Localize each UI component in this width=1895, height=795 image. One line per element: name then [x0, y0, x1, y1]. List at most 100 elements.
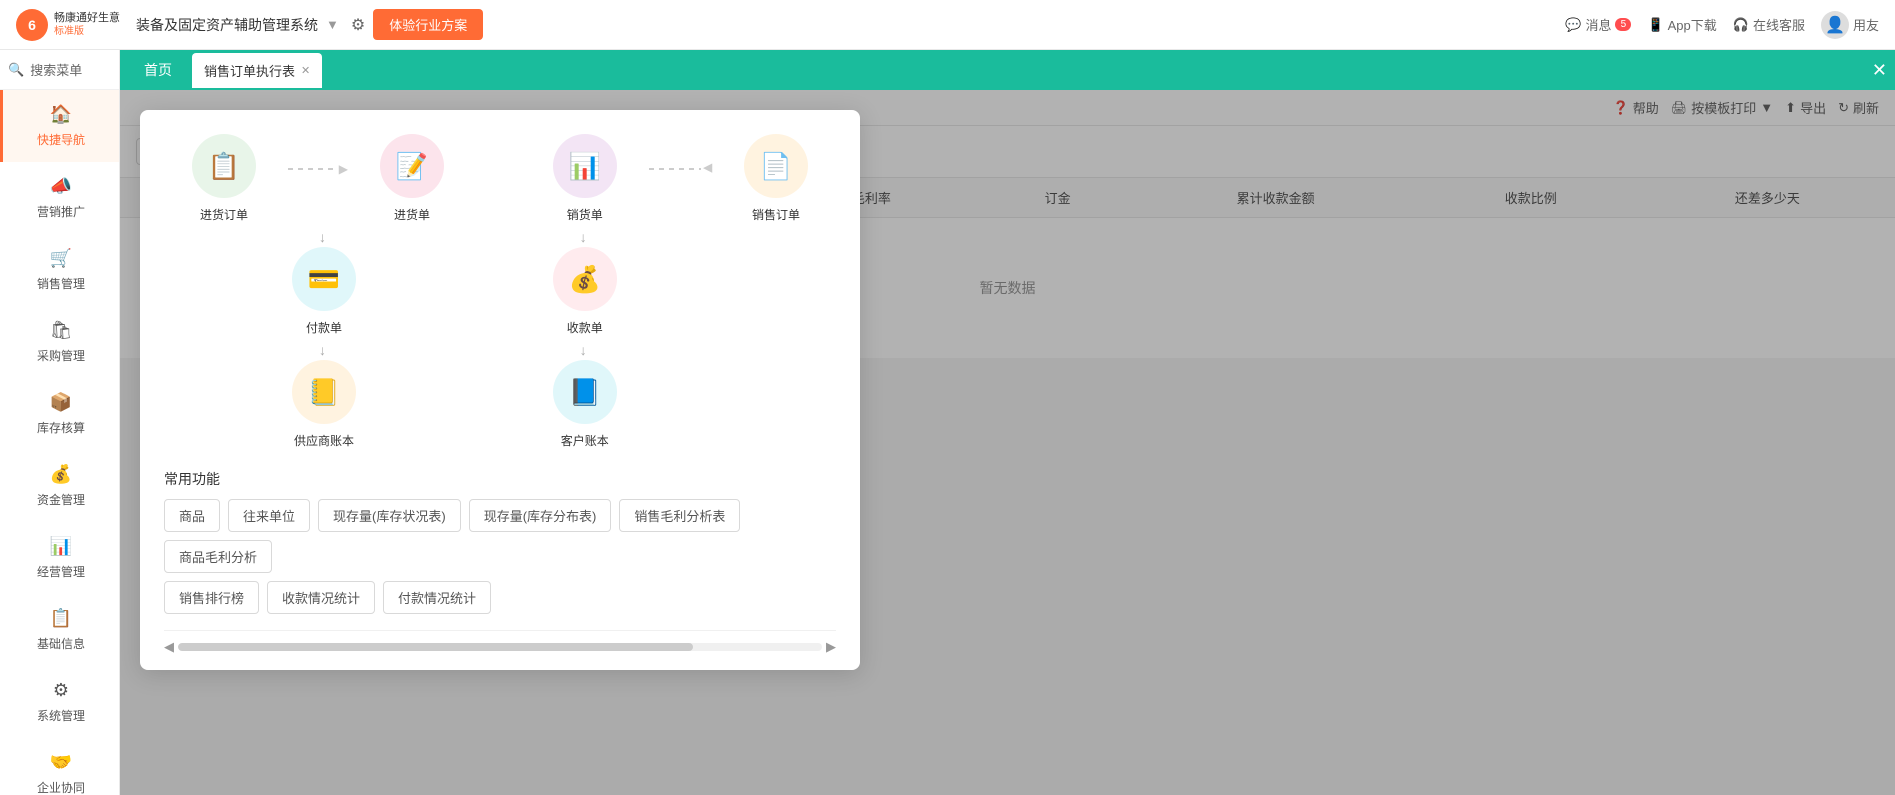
phone-icon: 📱 — [1647, 17, 1663, 33]
purchase-icon: 🛍 — [50, 320, 73, 341]
sales-bill-circle[interactable]: 📊 — [553, 134, 617, 198]
enterprise-icon: 🤝 — [50, 752, 72, 773]
common-section: 常用功能 商品 往来单位 现存量(库存状况表) 现存量(库存分布表) 销售毛利分… — [164, 469, 836, 614]
arrow-sales-bill-down: ↓ — [580, 229, 587, 245]
common-btn-partners[interactable]: 往来单位 — [228, 499, 310, 532]
customer-account-circle[interactable]: 📘 — [553, 360, 617, 424]
logo-text: 畅康通好生意 标准版 — [54, 11, 120, 38]
common-btn-stock-dist[interactable]: 现存量(库存分布表) — [469, 499, 612, 532]
common-btn-receipt-stats[interactable]: 收款情况统计 — [267, 581, 375, 614]
receipt-circle[interactable]: 💰 — [553, 247, 617, 311]
common-btns-row1: 商品 往来单位 现存量(库存状况表) 现存量(库存分布表) 销售毛利分析表 商品… — [164, 499, 836, 573]
online-service-item[interactable]: 🎧 在线客服 — [1733, 15, 1805, 34]
flow-node-receipt[interactable]: 💰 收款单 — [525, 247, 645, 336]
dropdown-icon[interactable]: ▼ — [326, 17, 339, 32]
common-btn-goods-profit[interactable]: 商品毛利分析 — [164, 540, 272, 573]
supplier-account-circle[interactable]: 📒 — [292, 360, 356, 424]
payment-label: 付款单 — [306, 319, 342, 336]
sidebar-item-marketing[interactable]: 📣 营销推广 — [0, 162, 119, 234]
message-badge: 5 — [1615, 18, 1631, 31]
common-btn-payment-stats[interactable]: 付款情况统计 — [383, 581, 491, 614]
tab-sales-order-execution[interactable]: 销售订单执行表 ✕ — [192, 53, 322, 88]
tab-bar: 首页 销售订单执行表 ✕ ✕ — [120, 50, 1895, 90]
marketing-icon: 📣 — [50, 176, 72, 197]
modal-scrollbar: ◀ ▶ — [164, 630, 836, 655]
tab-home[interactable]: 首页 — [128, 52, 188, 88]
avatar: 👤 — [1821, 11, 1849, 39]
purchase-bill-label: 进货单 — [394, 206, 430, 223]
receipt-label: 收款单 — [567, 319, 603, 336]
arrow-purchase-bill-down: ↓ — [319, 229, 326, 245]
sidebar-item-system[interactable]: ⚙ 系统管理 — [0, 666, 119, 738]
common-btn-stock-status[interactable]: 现存量(库存状况表) — [318, 499, 461, 532]
sidebar-item-sales[interactable]: 🛒 销售管理 — [0, 234, 119, 306]
flow-node-supplier-account[interactable]: 📒 供应商账本 — [264, 360, 384, 449]
sidebar-item-label: 快捷导航 — [37, 131, 85, 148]
flow-node-customer-account[interactable]: 📘 客户账本 — [525, 360, 645, 449]
arrow-purchase-order-to-bill: ▶ — [284, 162, 352, 176]
flow-node-sales-order[interactable]: 📄 销售订单 — [716, 134, 836, 223]
flow-node-purchase-bill[interactable]: 📝 进货单 — [352, 134, 472, 223]
purchase-bill-circle[interactable]: 📝 — [380, 134, 444, 198]
flow-node-payment[interactable]: 💳 付款单 — [264, 247, 384, 336]
home-icon: 🏠 — [50, 104, 72, 125]
flow-node-purchase-order[interactable]: 📋 进货订单 — [164, 134, 284, 223]
sidebar: 🔍 搜索菜单 🏠 快捷导航 📣 营销推广 🛒 销售管理 🛍 采购管理 📦 库存核… — [0, 50, 120, 795]
sidebar-item-finance[interactable]: 💰 资金管理 — [0, 450, 119, 522]
sidebar-item-label: 经营管理 — [37, 563, 85, 580]
top-header: 6 畅康通好生意 标准版 装备及固定资产辅助管理系统 ▼ ⚙ 体验行业方案 💬 … — [0, 0, 1895, 50]
purchase-order-circle[interactable]: 📋 — [192, 134, 256, 198]
sidebar-item-inventory[interactable]: 📦 库存核算 — [0, 378, 119, 450]
sidebar-item-label: 库存核算 — [37, 419, 85, 436]
system-title-area: 装备及固定资产辅助管理系统 ▼ ⚙ 体验行业方案 — [136, 9, 1565, 40]
sidebar-item-enterprise[interactable]: 🤝 企业协同 — [0, 738, 119, 795]
flow-section: 📋 进货订单 ▶ — [164, 134, 836, 449]
scroll-left-icon[interactable]: ◀ — [164, 639, 174, 655]
app-download-item[interactable]: 📱 App下载 — [1647, 15, 1716, 34]
common-btn-goods[interactable]: 商品 — [164, 499, 220, 532]
modal-overlay: 📋 进货订单 ▶ — [120, 90, 1895, 795]
scroll-right-icon[interactable]: ▶ — [826, 639, 836, 655]
sales-bill-label: 销货单 — [567, 206, 603, 223]
system-icon: ⚙ — [53, 680, 69, 701]
system-title: 装备及固定资产辅助管理系统 — [136, 15, 318, 35]
sidebar-search[interactable]: 🔍 搜索菜单 — [0, 50, 119, 90]
logo-icon: 6 — [16, 9, 48, 41]
sidebar-item-label: 系统管理 — [37, 707, 85, 724]
quick-nav-modal: 📋 进货订单 ▶ — [140, 110, 860, 670]
gear-icon[interactable]: ⚙ — [351, 15, 365, 35]
sidebar-item-quick-nav[interactable]: 🏠 快捷导航 — [0, 90, 119, 162]
payment-circle[interactable]: 💳 — [292, 247, 356, 311]
message-icon: 💬 — [1565, 17, 1581, 33]
user-item[interactable]: 👤 用友 — [1821, 11, 1879, 39]
common-btn-sales-profit[interactable]: 销售毛利分析表 — [619, 499, 740, 532]
sidebar-item-label: 基础信息 — [37, 635, 85, 652]
sidebar-item-operations[interactable]: 📊 经营管理 — [0, 522, 119, 594]
sidebar-item-label: 销售管理 — [37, 275, 85, 292]
logo-area: 6 畅康通好生意 标准版 — [16, 9, 136, 41]
sidebar-item-label: 营销推广 — [37, 203, 85, 220]
common-btn-sales-rank[interactable]: 销售排行榜 — [164, 581, 259, 614]
sidebar-item-basic-info[interactable]: 📋 基础信息 — [0, 594, 119, 666]
main-layout: 🔍 搜索菜单 🏠 快捷导航 📣 营销推广 🛒 销售管理 🛍 采购管理 📦 库存核… — [0, 50, 1895, 795]
scrollbar-track[interactable] — [178, 643, 822, 651]
headset-icon: 🎧 — [1733, 17, 1749, 33]
basic-info-icon: 📋 — [50, 608, 72, 629]
trial-button[interactable]: 体验行业方案 — [373, 9, 483, 40]
supplier-account-label: 供应商账本 — [294, 432, 354, 449]
sales-order-label: 销售订单 — [752, 206, 800, 223]
flow-node-sales-bill[interactable]: 📊 销货单 — [525, 134, 645, 223]
sales-icon: 🛒 — [50, 248, 72, 269]
search-icon: 🔍 — [8, 62, 24, 78]
message-item[interactable]: 💬 消息 5 — [1565, 15, 1631, 34]
content-area: 首页 销售订单执行表 ✕ ✕ ❓ 帮助 🖨 按模板打印 ▼ — [120, 50, 1895, 795]
tab-close-all-icon[interactable]: ✕ — [1872, 60, 1887, 81]
sidebar-item-label: 企业协同 — [37, 779, 85, 795]
finance-icon: 💰 — [50, 464, 72, 485]
sidebar-item-purchase[interactable]: 🛍 采购管理 — [0, 306, 119, 378]
page-content: ❓ 帮助 🖨 按模板打印 ▼ ⬆ 导出 ↻ 刷新 — [120, 90, 1895, 795]
tab-close-icon[interactable]: ✕ — [301, 64, 310, 77]
sales-order-circle[interactable]: 📄 — [744, 134, 808, 198]
operations-icon: 📊 — [50, 536, 72, 557]
common-btns-row2: 销售排行榜 收款情况统计 付款情况统计 — [164, 581, 836, 614]
